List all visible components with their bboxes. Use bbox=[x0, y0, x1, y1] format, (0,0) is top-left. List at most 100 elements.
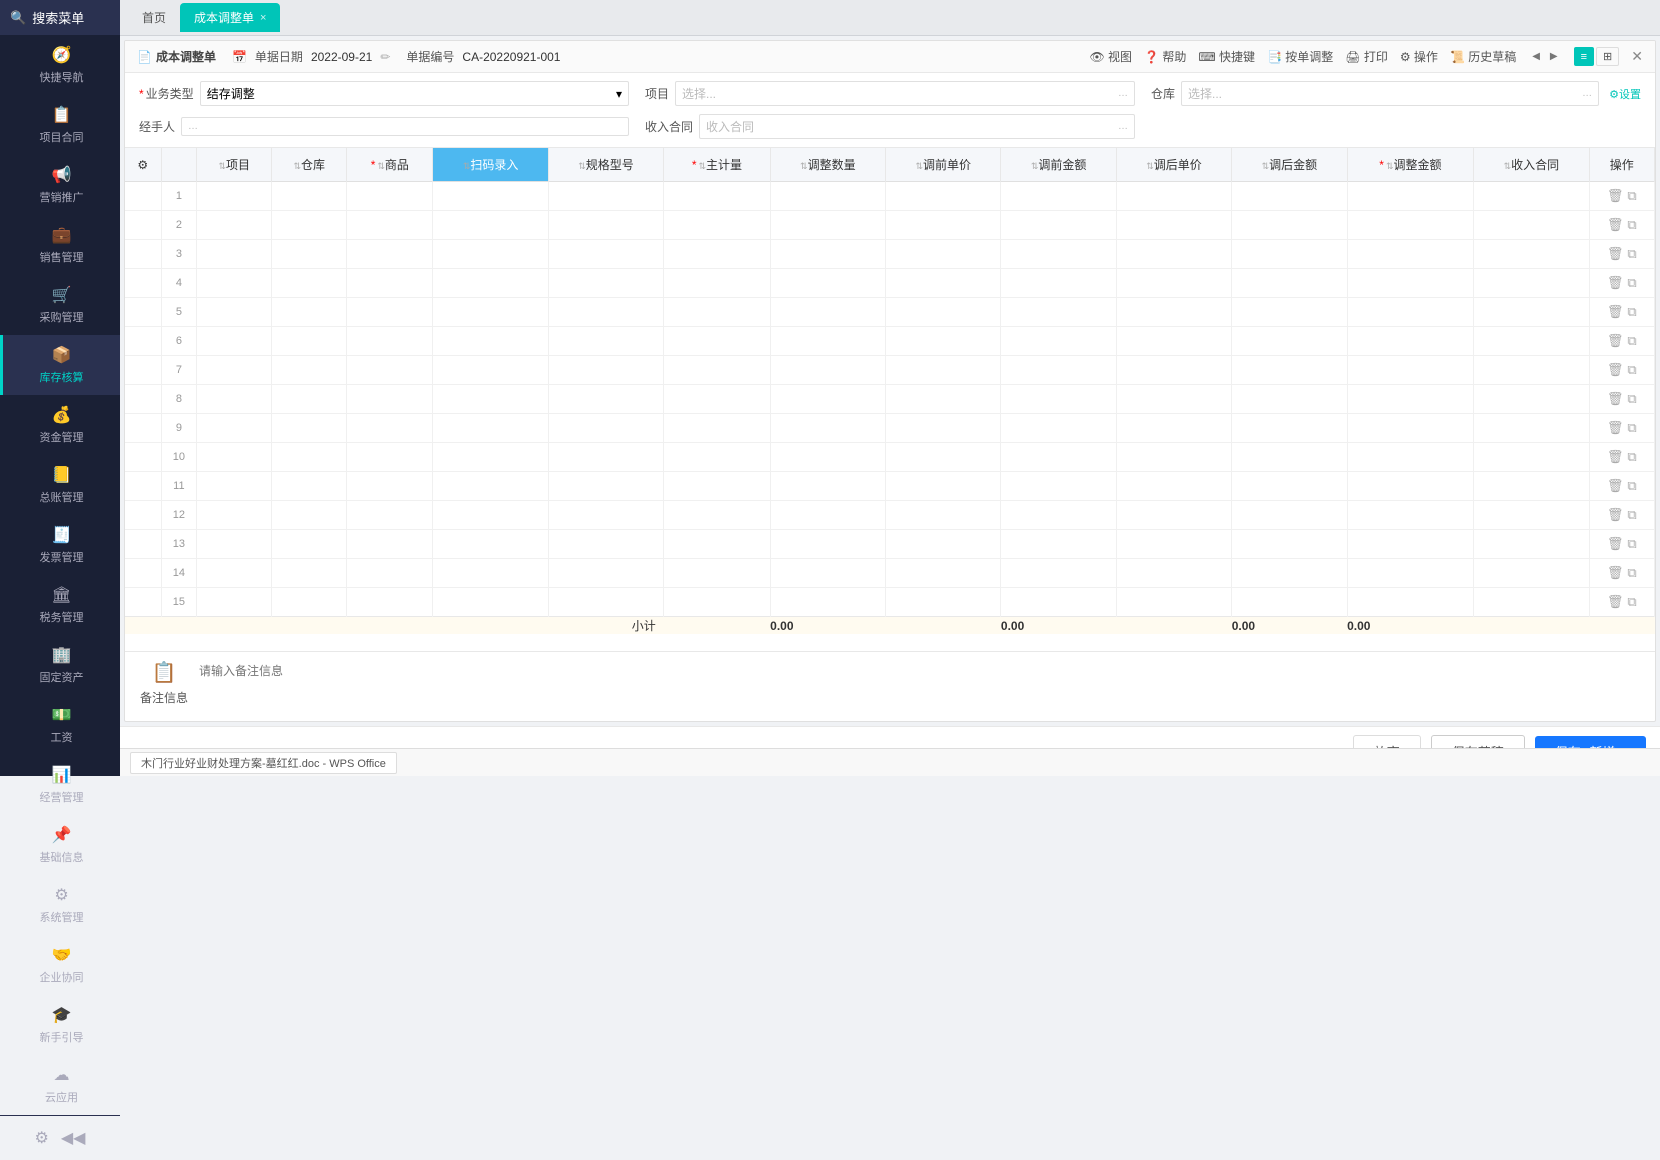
cell-scan_input-14[interactable] bbox=[433, 559, 548, 588]
copy-icon-9[interactable]: ⧉ bbox=[1627, 420, 1636, 436]
biz-type-input[interactable]: 结存调整 ▾ bbox=[200, 81, 629, 106]
handler-input[interactable]: … bbox=[181, 117, 629, 136]
cell-scan_input-1[interactable] bbox=[433, 182, 548, 211]
sidebar-item-tax-mgmt[interactable]: 🏛税务管理 bbox=[0, 575, 120, 635]
delete-icon-9[interactable]: 🗑 bbox=[1607, 420, 1624, 436]
cell-income_contract-14[interactable] bbox=[1474, 559, 1589, 588]
copy-icon-13[interactable]: ⧉ bbox=[1627, 536, 1636, 552]
close-button[interactable]: ✕ bbox=[1631, 48, 1643, 65]
cell-unit-12[interactable] bbox=[664, 501, 770, 530]
cell-pre_amount-10[interactable] bbox=[1001, 443, 1116, 472]
delete-icon-11[interactable]: 🗑 bbox=[1607, 478, 1624, 494]
cell-spec_type-3[interactable] bbox=[548, 240, 663, 269]
cell-pre_unit_price-8[interactable] bbox=[886, 385, 1001, 414]
cell-pre_amount-6[interactable] bbox=[1001, 327, 1116, 356]
cell-unit-8[interactable] bbox=[664, 385, 770, 414]
cell-scan_input-13[interactable] bbox=[433, 530, 548, 559]
cell-project-1[interactable] bbox=[197, 182, 272, 211]
cell-spec_type-4[interactable] bbox=[548, 269, 663, 298]
sort-scan_input[interactable]: ⇅ bbox=[463, 161, 471, 171]
cell-project-7[interactable] bbox=[197, 356, 272, 385]
cell-product-13[interactable] bbox=[347, 530, 433, 559]
cell-post_amount-5[interactable] bbox=[1232, 298, 1347, 327]
sidebar-item-cloud-apps[interactable]: ☁云应用 bbox=[0, 1055, 120, 1115]
copy-icon-10[interactable]: ⧉ bbox=[1627, 449, 1636, 465]
table-settings-icon[interactable]: ⚙ bbox=[137, 158, 148, 172]
cell-spec_type-1[interactable] bbox=[548, 182, 663, 211]
cell-post_unit_price-5[interactable] bbox=[1116, 298, 1231, 327]
cell-adj_amount-5[interactable] bbox=[1347, 298, 1474, 327]
cell-post_amount-6[interactable] bbox=[1232, 327, 1347, 356]
cell-income_contract-2[interactable] bbox=[1474, 211, 1589, 240]
copy-icon-12[interactable]: ⧉ bbox=[1627, 507, 1636, 523]
cell-adj_amount-6[interactable] bbox=[1347, 327, 1474, 356]
cell-pre_amount-15[interactable] bbox=[1001, 588, 1116, 617]
cell-spec_type-2[interactable] bbox=[548, 211, 663, 240]
delete-icon-8[interactable]: 🗑 bbox=[1607, 391, 1624, 407]
cell-unit-13[interactable] bbox=[664, 530, 770, 559]
action-shortcuts[interactable]: ⌨ 快捷键 bbox=[1198, 48, 1255, 65]
sidebar-item-sales-mgmt[interactable]: 💼销售管理 bbox=[0, 215, 120, 275]
cell-income_contract-5[interactable] bbox=[1474, 298, 1589, 327]
cell-spec_type-9[interactable] bbox=[548, 414, 663, 443]
cell-warehouse-4[interactable] bbox=[272, 269, 347, 298]
sidebar-item-ops-mgmt[interactable]: 📊经营管理 bbox=[0, 755, 120, 815]
cell-adj_amount-1[interactable] bbox=[1347, 182, 1474, 211]
cell-project-3[interactable] bbox=[197, 240, 272, 269]
cell-project-12[interactable] bbox=[197, 501, 272, 530]
copy-icon-4[interactable]: ⧉ bbox=[1627, 275, 1636, 291]
cell-adj_qty-1[interactable] bbox=[770, 182, 885, 211]
cell-product-5[interactable] bbox=[347, 298, 433, 327]
cell-post_amount-11[interactable] bbox=[1232, 472, 1347, 501]
cell-scan_input-2[interactable] bbox=[433, 211, 548, 240]
cell-pre_unit_price-6[interactable] bbox=[886, 327, 1001, 356]
cell-scan_input-12[interactable] bbox=[433, 501, 548, 530]
cell-pre_unit_price-2[interactable] bbox=[886, 211, 1001, 240]
cell-post_unit_price-4[interactable] bbox=[1116, 269, 1231, 298]
cell-adj_amount-12[interactable] bbox=[1347, 501, 1474, 530]
cell-adj_amount-4[interactable] bbox=[1347, 269, 1474, 298]
cell-warehouse-2[interactable] bbox=[272, 211, 347, 240]
cell-scan_input-7[interactable] bbox=[433, 356, 548, 385]
cell-pre_unit_price-15[interactable] bbox=[886, 588, 1001, 617]
collapse-icon[interactable]: ◀◀ bbox=[57, 1124, 90, 1152]
cell-adj_qty-3[interactable] bbox=[770, 240, 885, 269]
cell-adj_amount-15[interactable] bbox=[1347, 588, 1474, 617]
cell-adj_amount-9[interactable] bbox=[1347, 414, 1474, 443]
cell-adj_amount-3[interactable] bbox=[1347, 240, 1474, 269]
cell-adj_amount-13[interactable] bbox=[1347, 530, 1474, 559]
cell-spec_type-11[interactable] bbox=[548, 472, 663, 501]
cell-product-6[interactable] bbox=[347, 327, 433, 356]
cell-scan_input-11[interactable] bbox=[433, 472, 548, 501]
cell-pre_unit_price-3[interactable] bbox=[886, 240, 1001, 269]
action-view[interactable]: 👁 视图 bbox=[1089, 48, 1132, 65]
cell-warehouse-15[interactable] bbox=[272, 588, 347, 617]
cell-product-4[interactable] bbox=[347, 269, 433, 298]
cell-post_amount-12[interactable] bbox=[1232, 501, 1347, 530]
cell-product-10[interactable] bbox=[347, 443, 433, 472]
cell-post_unit_price-1[interactable] bbox=[1116, 182, 1231, 211]
action-help[interactable]: ❓ 帮助 bbox=[1144, 48, 1186, 65]
cell-unit-15[interactable] bbox=[664, 588, 770, 617]
table-container[interactable]: ⚙⇅项目⇅仓库⇅商品⇅扫码录入⇅规格型号⇅主计量⇅调整数量⇅调前单价⇅调前金额⇅… bbox=[125, 148, 1655, 651]
cell-scan_input-10[interactable] bbox=[433, 443, 548, 472]
cell-adj_qty-4[interactable] bbox=[770, 269, 885, 298]
cell-pre_unit_price-5[interactable] bbox=[886, 298, 1001, 327]
action-history[interactable]: 📜 历史草稿 bbox=[1450, 48, 1516, 65]
cell-adj_amount-2[interactable] bbox=[1347, 211, 1474, 240]
cell-scan_input-9[interactable] bbox=[433, 414, 548, 443]
cell-project-6[interactable] bbox=[197, 327, 272, 356]
tab-cost-adjustment[interactable]: 成本调整单 × bbox=[180, 3, 280, 32]
cell-adj_qty-7[interactable] bbox=[770, 356, 885, 385]
cell-post_amount-8[interactable] bbox=[1232, 385, 1347, 414]
delete-icon-12[interactable]: 🗑 bbox=[1607, 507, 1624, 523]
cell-scan_input-4[interactable] bbox=[433, 269, 548, 298]
cell-post_amount-2[interactable] bbox=[1232, 211, 1347, 240]
cell-adj_qty-10[interactable] bbox=[770, 443, 885, 472]
cell-scan_input-8[interactable] bbox=[433, 385, 548, 414]
cell-adj_amount-14[interactable] bbox=[1347, 559, 1474, 588]
cell-project-11[interactable] bbox=[197, 472, 272, 501]
cell-post_amount-9[interactable] bbox=[1232, 414, 1347, 443]
copy-icon-8[interactable]: ⧉ bbox=[1627, 391, 1636, 407]
tab-home[interactable]: 首页 bbox=[128, 3, 180, 32]
